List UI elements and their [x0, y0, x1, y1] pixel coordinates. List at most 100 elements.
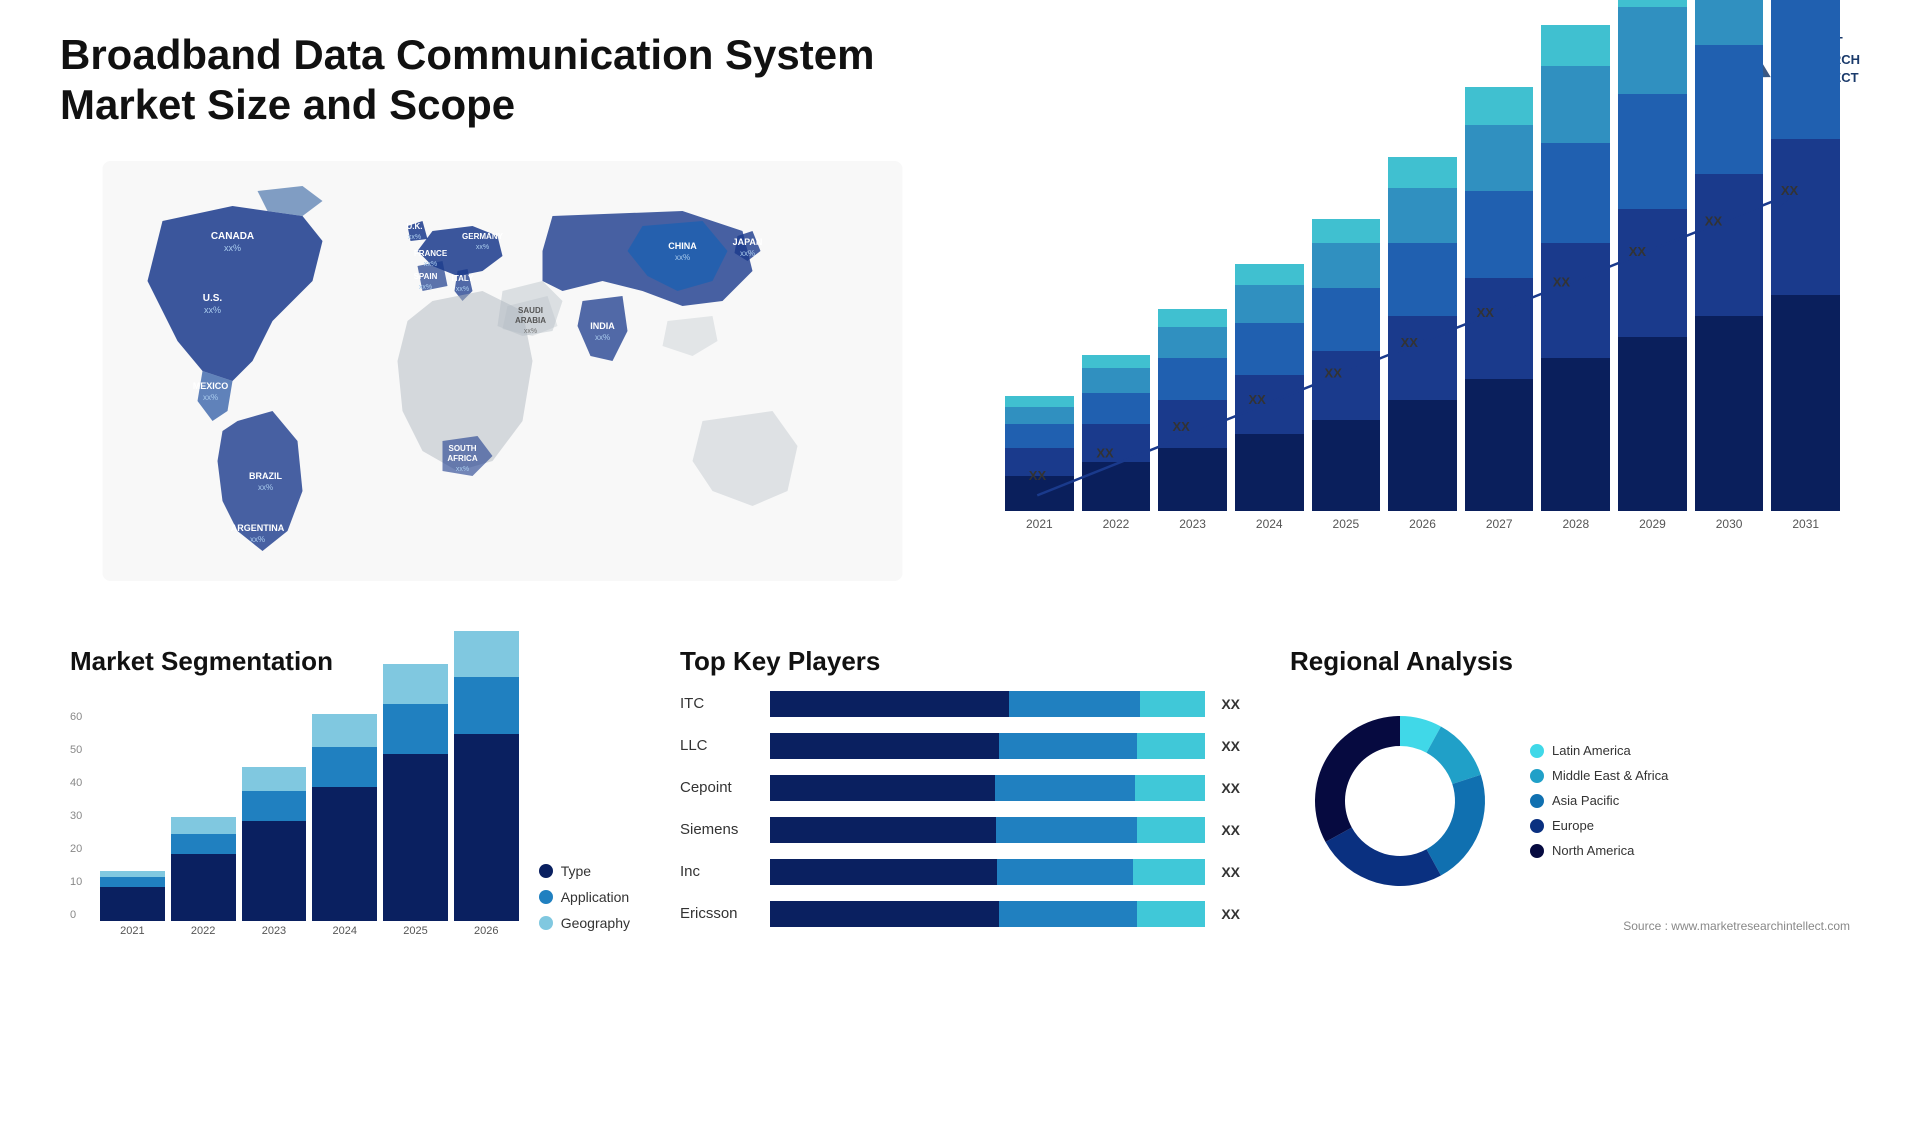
bar-segment: [1695, 316, 1764, 511]
player-bar-segment: [770, 901, 999, 927]
key-players-section: Top Key Players ITCXXLLCXXCepointXXSieme…: [670, 636, 1250, 961]
bar-segment: [1541, 66, 1610, 142]
seg-bar-segment: [171, 834, 236, 854]
seg-bar-segment: [454, 734, 519, 921]
svg-text:FRANCE: FRANCE: [414, 249, 448, 258]
svg-text:xx%: xx%: [419, 284, 432, 291]
donut-segment: [1326, 827, 1441, 886]
seg-year-labels: 202120222023202420252026: [100, 925, 519, 937]
player-row: EricssonXX: [680, 901, 1240, 927]
seg-bar-segment: [383, 664, 448, 704]
bar-segment: [1082, 355, 1151, 369]
regional-legend-label: Latin America: [1552, 743, 1631, 758]
bar-year-label: 2023: [1158, 517, 1227, 531]
bar-group: [1082, 355, 1151, 511]
bar-segment: [1388, 400, 1457, 511]
bar-year-label: 2026: [1388, 517, 1457, 531]
svg-text:xx%: xx%: [595, 333, 610, 342]
player-bar-segment: [1137, 817, 1205, 843]
bar-segment: [1235, 375, 1304, 434]
player-bar-container: [770, 775, 1205, 801]
bar-segment: [1235, 323, 1304, 375]
player-bar-container: [770, 859, 1205, 885]
seg-y-axis: 60 50 40 30 20 10 0: [70, 711, 86, 921]
player-bar-segment: [770, 733, 999, 759]
player-bar-segment: [1009, 691, 1140, 717]
bar-segment: [1618, 7, 1687, 94]
svg-text:xx%: xx%: [204, 305, 221, 315]
bar-segment: [1312, 351, 1381, 420]
player-value: XX: [1221, 780, 1240, 796]
bar-group: [1388, 157, 1457, 511]
seg-legend-type: Type: [539, 863, 630, 879]
bar-group: [1465, 87, 1534, 511]
bar-group: [1541, 25, 1610, 511]
svg-text:SAUDI: SAUDI: [518, 306, 543, 315]
seg-bar-segment: [312, 787, 377, 920]
bar-chart-bars: [1005, 161, 1840, 511]
svg-text:INDIA: INDIA: [590, 321, 615, 331]
bar-year-label: 2028: [1541, 517, 1610, 531]
bar-segment: [1465, 278, 1534, 379]
player-value: XX: [1221, 696, 1240, 712]
seg-bar-group: [312, 714, 377, 921]
donut-segment: [1315, 716, 1400, 842]
regional-legend-dot: [1530, 794, 1544, 808]
seg-year-label: 2023: [242, 925, 307, 937]
player-bar-container: [770, 733, 1205, 759]
bar-segment: [1082, 393, 1151, 424]
player-bar-container: [770, 901, 1205, 927]
world-map-svg: CANADA xx% U.S. xx% MEXICO xx% BRAZIL xx…: [70, 161, 935, 581]
svg-text:xx%: xx%: [476, 244, 489, 251]
seg-year-label: 2022: [171, 925, 236, 937]
regional-legend-dot: [1530, 744, 1544, 758]
bar-segment: [1082, 462, 1151, 511]
bar-segment: [1005, 424, 1074, 448]
player-value: XX: [1221, 738, 1240, 754]
main-content-grid: CANADA xx% U.S. xx% MEXICO xx% BRAZIL xx…: [60, 151, 1860, 626]
bar-year-label: 2022: [1082, 517, 1151, 531]
bar-year-label: 2029: [1618, 517, 1687, 531]
regional-title: Regional Analysis: [1290, 646, 1850, 677]
player-row: IncXX: [680, 859, 1240, 885]
seg-legend: Type Application Geography: [539, 863, 630, 951]
regional-legend-item: Middle East & Africa: [1530, 768, 1668, 783]
player-bar-segment: [1133, 859, 1206, 885]
bar-segment: [1695, 174, 1764, 316]
svg-text:U.K.: U.K.: [407, 222, 423, 231]
bar-segment: [1082, 424, 1151, 462]
bar-group: [1235, 264, 1304, 511]
bar-segment: [1005, 448, 1074, 476]
bar-segment: [1388, 188, 1457, 244]
player-bar-segment: [1137, 733, 1206, 759]
seg-bar-group: [454, 631, 519, 921]
bar-segment: [1771, 0, 1840, 139]
seg-bar-group: [383, 664, 448, 921]
player-name: LLC: [680, 737, 760, 754]
bar-segment: [1541, 358, 1610, 511]
segmentation-section: Market Segmentation 60 50 40 30 20 10 0: [60, 636, 640, 961]
player-value: XX: [1221, 864, 1240, 880]
seg-bar-group: [100, 871, 165, 921]
bar-segment: [1082, 368, 1151, 392]
svg-text:BRAZIL: BRAZIL: [249, 471, 282, 481]
player-bar-segment: [1135, 775, 1205, 801]
player-bar-container: [770, 691, 1205, 717]
bar-segment: [1465, 379, 1534, 511]
svg-text:xx%: xx%: [740, 249, 755, 258]
svg-text:U.S.: U.S.: [203, 293, 223, 304]
bar-segment: [1618, 94, 1687, 209]
bar-segment: [1465, 125, 1534, 191]
seg-bar-segment: [383, 704, 448, 754]
bar-segment: [1235, 285, 1304, 323]
page-title: Broadband Data Communication System Mark…: [60, 30, 960, 131]
player-row: LLC XX: [680, 733, 1240, 759]
player-bar-segment: [1137, 901, 1206, 927]
source-text: Source : www.marketresearchintellect.com: [1290, 919, 1850, 933]
bar-segment: [1312, 243, 1381, 288]
player-name: Ericsson: [680, 905, 760, 922]
bar-segment: [1158, 358, 1227, 400]
seg-bar-segment: [454, 631, 519, 678]
player-bar-segment: [770, 691, 1009, 717]
svg-text:xx%: xx%: [456, 286, 469, 293]
